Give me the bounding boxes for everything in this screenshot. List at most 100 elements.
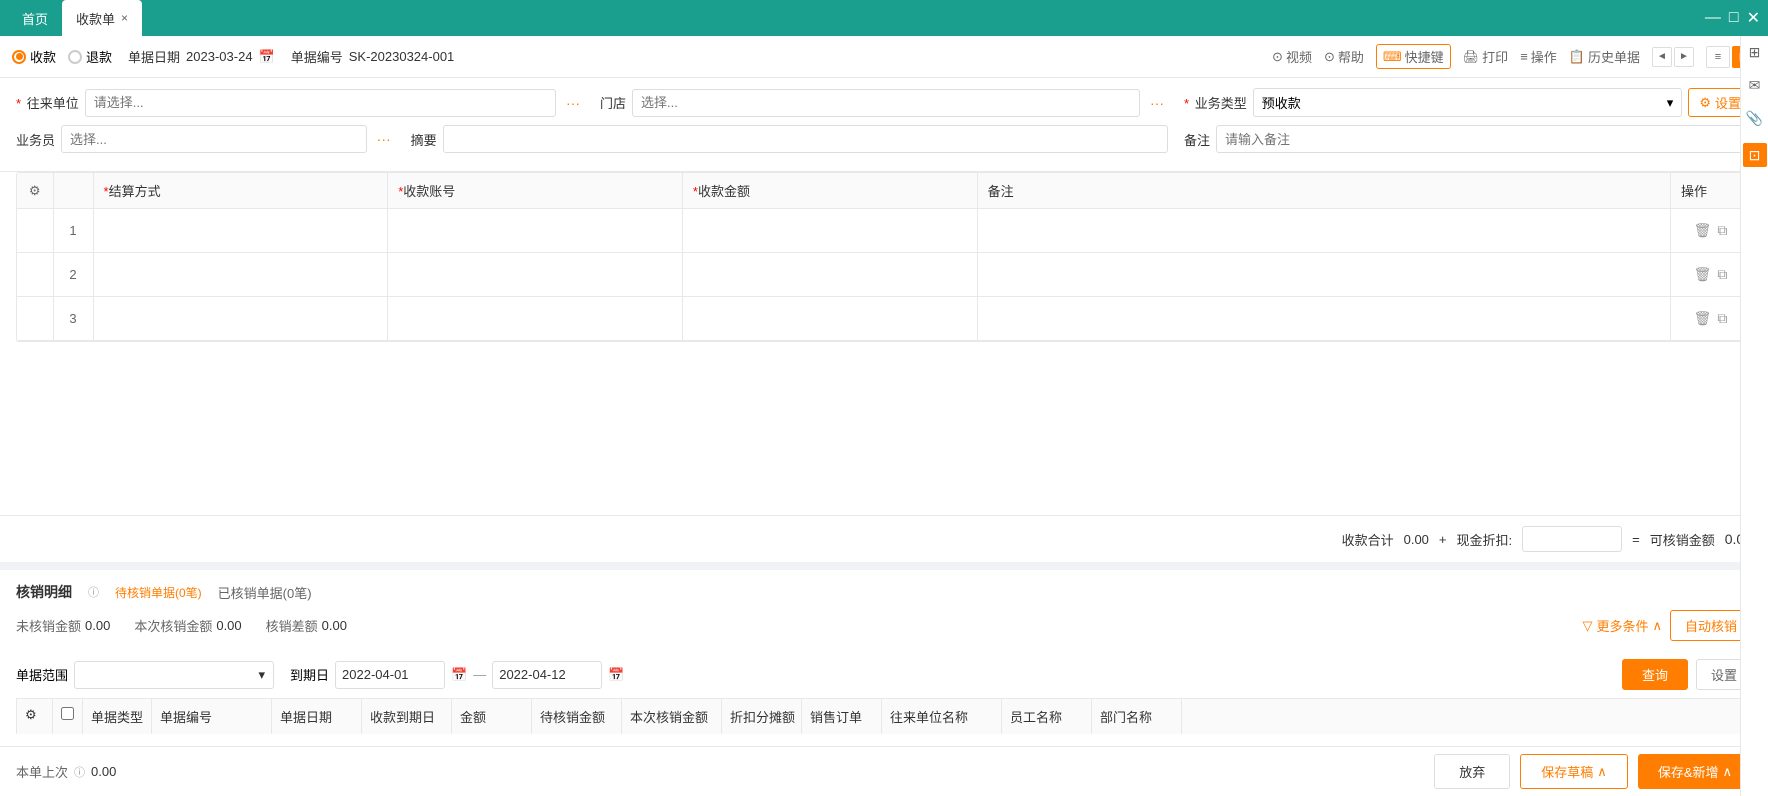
query-btn[interactable]: 查询 — [1622, 659, 1688, 690]
calendar-icon[interactable]: 📅 — [259, 49, 275, 65]
range-select[interactable]: ▾ — [74, 661, 274, 689]
salesperson-input[interactable] — [61, 125, 367, 153]
row-3-amount[interactable] — [682, 297, 977, 341]
footer-label: 本单上次 — [16, 762, 68, 781]
row-2-amount[interactable] — [682, 253, 977, 297]
row-1-notes[interactable] — [977, 209, 1670, 253]
sidebar-attachment-icon[interactable]: 📎 — [1746, 110, 1763, 127]
table-gear-icon[interactable]: ⚙ — [29, 183, 41, 198]
window-minimize-icon[interactable]: — — [1705, 9, 1721, 27]
view-list[interactable]: ≡ — [1706, 46, 1730, 68]
bth-sales-order: 销售订单 — [802, 699, 882, 734]
recon-title: 核销明细 — [16, 582, 72, 602]
store-label: 门店 — [600, 93, 626, 112]
footer-info: 本单上次 ⓘ 0.00 — [16, 762, 116, 781]
row-3-account[interactable] — [388, 297, 683, 341]
row-1-copy-icon[interactable]: ⧉ — [1717, 222, 1727, 239]
bth-dept-name: 部门名称 — [1092, 699, 1182, 734]
pending-tab[interactable]: 待核销单据(0笔) — [115, 584, 202, 601]
recon-info-icon[interactable]: ⓘ — [88, 584, 99, 600]
operations-btn[interactable]: ≡ 操作 — [1520, 47, 1557, 66]
bth-gear-icon[interactable]: ⚙ — [25, 707, 37, 722]
row-1-num: 1 — [53, 209, 93, 253]
row-1-settlement[interactable] — [93, 209, 388, 253]
due-date-to[interactable] — [492, 661, 602, 689]
sidebar-table-icon[interactable]: ⊞ — [1749, 44, 1761, 61]
notes-field: 备注 — [1184, 125, 1752, 153]
range-label: 单据范围 — [16, 665, 68, 684]
abandon-btn[interactable]: 放弃 — [1434, 754, 1510, 789]
row-1-settings — [17, 209, 53, 253]
shortcut-btn[interactable]: ⌨ 快捷键 — [1376, 44, 1451, 69]
save-draft-btn[interactable]: 保存草稿 ∧ — [1520, 754, 1628, 789]
bth-settings[interactable]: ⚙ — [17, 699, 53, 734]
help-btn[interactable]: ⊙ 帮助 — [1324, 47, 1364, 66]
row-3-delete-icon[interactable]: 🗑 — [1694, 310, 1712, 327]
bth-checkbox[interactable] — [53, 699, 83, 734]
row-3-copy-icon[interactable]: ⧉ — [1717, 310, 1727, 327]
radio-receipt[interactable]: 收款 — [12, 47, 56, 66]
filter-btn[interactable]: ▽ 更多条件 ∧ — [1582, 616, 1662, 635]
from-calendar-icon[interactable]: 📅 — [451, 667, 467, 683]
window-close-icon[interactable]: ✕ — [1747, 8, 1760, 28]
bth-due-date: 收款到期日 — [362, 699, 452, 734]
bth-counterpart-name: 往来单位名称 — [882, 699, 1002, 734]
store-more-btn[interactable]: ··· — [1146, 95, 1168, 111]
print-btn[interactable]: 🖨 打印 — [1463, 47, 1509, 66]
footer: 本单上次 ⓘ 0.00 放弃 保存草稿 ∧ 保存&新增 ∧ — [0, 746, 1768, 796]
row-3-settlement[interactable] — [93, 297, 388, 341]
tab-receipt[interactable]: 收款单 × — [62, 0, 142, 36]
row-2-settlement[interactable] — [93, 253, 388, 297]
store-field: 门店 ··· — [600, 89, 1168, 117]
th-settings[interactable]: ⚙ — [17, 173, 53, 209]
summary-label: 摘要 — [411, 130, 437, 149]
row-1-amount[interactable] — [682, 209, 977, 253]
row-3-notes[interactable] — [977, 297, 1670, 341]
bth-current-amount: 本次核销金额 — [622, 699, 722, 734]
cash-discount-input[interactable] — [1522, 526, 1622, 552]
footer-buttons: 放弃 保存草稿 ∧ 保存&新增 ∧ — [1434, 754, 1752, 789]
table-section: ⚙ *结算方式 *收款账号 *收款金额 备注 操作 — [0, 172, 1768, 515]
tab-bar: 首页 收款单 × — □ ✕ — [0, 0, 1768, 36]
summary-input[interactable] — [443, 125, 1168, 153]
row-1-delete-icon[interactable]: 🗑 — [1694, 222, 1712, 239]
salesperson-field: 业务员 ··· — [16, 125, 395, 153]
window-restore-icon[interactable]: □ — [1729, 9, 1739, 27]
row-1-account[interactable] — [388, 209, 683, 253]
nav-prev[interactable]: ◄ — [1652, 47, 1672, 67]
row-2-notes[interactable] — [977, 253, 1670, 297]
sidebar-screenshot-icon[interactable]: ⊡ — [1743, 143, 1767, 167]
notes-input[interactable] — [1216, 125, 1752, 153]
video-btn[interactable]: ⊙ 视频 — [1272, 47, 1312, 66]
row-2-account[interactable] — [388, 253, 683, 297]
summary-equals: = — [1632, 532, 1640, 547]
footer-info-icon[interactable]: ⓘ — [74, 764, 85, 780]
recon-tab-completed[interactable]: 已核销单据(0笔) — [218, 583, 312, 602]
row-2-delete-icon[interactable]: 🗑 — [1694, 266, 1712, 283]
tab-home[interactable]: 首页 — [8, 0, 62, 36]
nav-next[interactable]: ► — [1674, 47, 1694, 67]
summary-value1: 0.00 — [1404, 532, 1429, 547]
doc-date-label: 单据日期 — [128, 47, 180, 66]
radio-refund[interactable]: 退款 — [68, 47, 112, 66]
date-dash: — — [473, 667, 486, 682]
salesperson-more-btn[interactable]: ··· — [373, 131, 395, 147]
save-new-btn[interactable]: 保存&新增 ∧ — [1638, 754, 1752, 789]
store-input[interactable] — [632, 89, 1140, 117]
save-new-chevron: ∧ — [1722, 764, 1732, 780]
bth-employee-name: 员工名称 — [1002, 699, 1092, 734]
row-2-ops: 🗑 ⧉ — [1671, 253, 1751, 297]
counterpart-input[interactable] — [85, 89, 556, 117]
th-row-num — [53, 173, 93, 209]
select-all-checkbox[interactable] — [61, 707, 74, 720]
business-type-select[interactable]: 预收款 ▾ — [1253, 88, 1683, 117]
to-calendar-icon[interactable]: 📅 — [608, 667, 624, 683]
counterpart-more-btn[interactable]: ··· — [562, 95, 584, 111]
due-date-from[interactable] — [335, 661, 445, 689]
business-type-label: * 业务类型 — [1184, 93, 1247, 112]
row-1-ops: 🗑 ⧉ — [1671, 209, 1751, 253]
history-btn[interactable]: 📋 历史单据 — [1569, 47, 1640, 66]
row-2-copy-icon[interactable]: ⧉ — [1717, 266, 1727, 283]
sidebar-email-icon[interactable]: ✉ — [1749, 77, 1761, 94]
tab-close-icon[interactable]: × — [121, 11, 128, 25]
